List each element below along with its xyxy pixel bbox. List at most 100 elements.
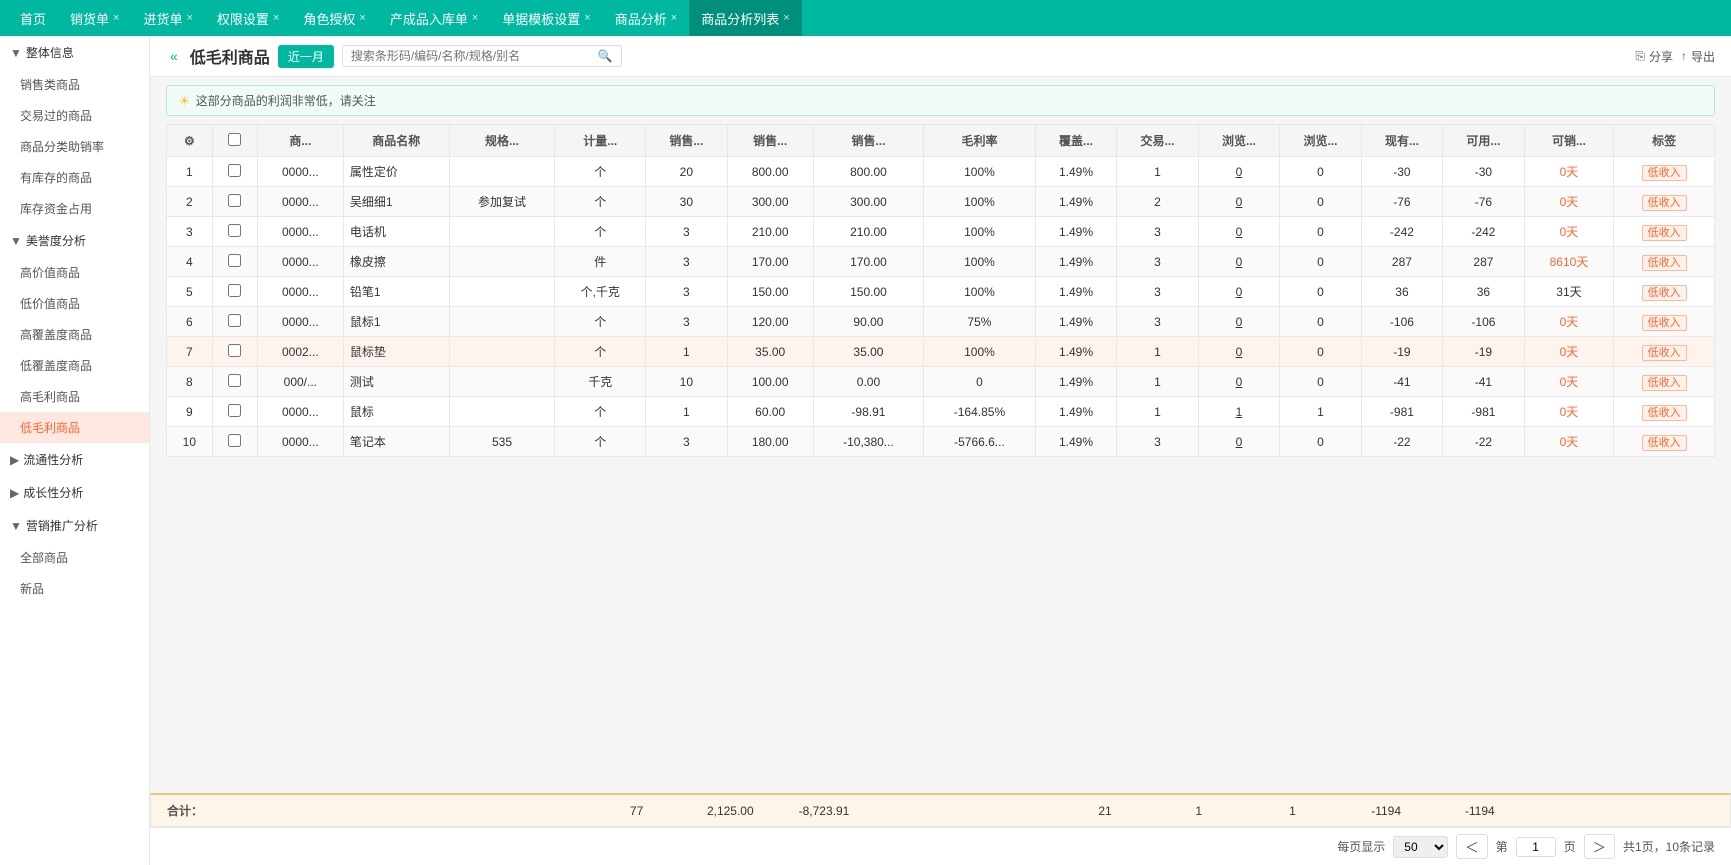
- nav-role-auth[interactable]: 角色授权 ×: [291, 0, 377, 36]
- sidebar-item-new-products[interactable]: 新品: [0, 573, 149, 604]
- sidebar-group-overall[interactable]: ▼ 整体信息: [0, 36, 149, 69]
- row-checkbox[interactable]: [212, 277, 257, 307]
- nav-close-purchase-order[interactable]: ×: [186, 12, 192, 24]
- search-input[interactable]: [351, 49, 598, 63]
- nav-product-inbound[interactable]: 产成品入库单 ×: [378, 0, 490, 36]
- date-filter-button[interactable]: 近一月: [278, 45, 334, 68]
- row-name[interactable]: 电话机: [343, 217, 449, 247]
- nav-close-role-auth[interactable]: ×: [359, 12, 365, 24]
- nav-permission-settings[interactable]: 权限设置 ×: [205, 0, 291, 36]
- row-sellable: 0天: [1524, 217, 1614, 247]
- select-all-checkbox[interactable]: [228, 133, 241, 146]
- row-checkbox[interactable]: [212, 217, 257, 247]
- nav-purchase-order[interactable]: 进货单 ×: [131, 0, 204, 36]
- row-name[interactable]: 属性定价: [343, 157, 449, 187]
- nav-close-sales-order[interactable]: ×: [113, 12, 119, 24]
- nav-product-analysis-list[interactable]: 商品分析列表 ×: [689, 0, 801, 36]
- sidebar-group-reputation[interactable]: ▼ 美誉度分析: [0, 224, 149, 257]
- nav-close-product-analysis-list[interactable]: ×: [783, 12, 789, 24]
- footer-col9: [965, 804, 1059, 818]
- row-checkbox[interactable]: [212, 427, 257, 457]
- prev-page-button[interactable]: ＜: [1456, 834, 1487, 859]
- sidebar-collapse-btn[interactable]: «: [166, 44, 182, 68]
- nav-sales-order[interactable]: 销货单 ×: [58, 0, 131, 36]
- row-view1[interactable]: 0: [1198, 247, 1279, 277]
- sidebar-item-low-value[interactable]: 低价值商品: [0, 288, 149, 319]
- per-page-select[interactable]: 50 20 100: [1393, 836, 1448, 858]
- row-view1[interactable]: 0: [1198, 187, 1279, 217]
- row-transaction: 1: [1117, 157, 1198, 187]
- sidebar-item-category-rate[interactable]: 商品分类助销率: [0, 131, 149, 162]
- nav-close-product-analysis[interactable]: ×: [671, 12, 677, 24]
- row-view1[interactable]: 0: [1198, 337, 1279, 367]
- row-name[interactable]: 鼠标1: [343, 307, 449, 337]
- row-checkbox[interactable]: [212, 187, 257, 217]
- row-view1[interactable]: 0: [1198, 157, 1279, 187]
- row-tag: 低收入: [1614, 427, 1715, 457]
- row-sales-qty: 1: [646, 397, 727, 427]
- row-sales-profit: 170.00: [813, 247, 923, 277]
- row-view1[interactable]: 0: [1198, 367, 1279, 397]
- row-name[interactable]: 笔记本: [343, 427, 449, 457]
- sidebar-group-marketing[interactable]: ▼ 营销推广分析: [0, 509, 149, 542]
- row-checkbox[interactable]: [212, 367, 257, 397]
- row-sales-profit: 35.00: [813, 337, 923, 367]
- row-name[interactable]: 铅笔1: [343, 277, 449, 307]
- row-current-stock: -30: [1361, 157, 1442, 187]
- page-input[interactable]: [1516, 837, 1556, 857]
- row-view1[interactable]: 0: [1198, 217, 1279, 247]
- sidebar-group-growth[interactable]: ▶ 成长性分析: [0, 476, 149, 509]
- row-view1[interactable]: 1: [1198, 397, 1279, 427]
- nav-close-product-inbound[interactable]: ×: [472, 12, 478, 24]
- row-name[interactable]: 鼠标垫: [343, 337, 449, 367]
- sidebar-group-circulation-arrow: ▶: [10, 453, 19, 467]
- export-button[interactable]: ↑ 导出: [1681, 48, 1715, 65]
- sidebar-group-circulation[interactable]: ▶ 流通性分析: [0, 443, 149, 476]
- row-view1[interactable]: 0: [1198, 277, 1279, 307]
- sidebar-item-low-margin[interactable]: 低毛利商品: [0, 412, 149, 443]
- row-current-stock: 36: [1361, 277, 1442, 307]
- footer-col15: [1527, 804, 1621, 818]
- row-tag: 低收入: [1614, 187, 1715, 217]
- sidebar-item-high-value[interactable]: 高价值商品: [0, 257, 149, 288]
- row-name[interactable]: 橡皮擦: [343, 247, 449, 277]
- row-name[interactable]: 吴细细1: [343, 187, 449, 217]
- row-coverage: 1.49%: [1035, 367, 1117, 397]
- row-view2: 0: [1280, 337, 1361, 367]
- row-view1[interactable]: 0: [1198, 307, 1279, 337]
- row-code: 0000...: [257, 277, 343, 307]
- row-transaction: 3: [1117, 277, 1198, 307]
- sidebar-item-in-stock[interactable]: 有库存的商品: [0, 162, 149, 193]
- sidebar-item-sales-products[interactable]: 销售类商品: [0, 69, 149, 100]
- page-label: 第: [1496, 838, 1508, 855]
- sidebar-item-traded-products[interactable]: 交易过的商品: [0, 100, 149, 131]
- row-checkbox[interactable]: [212, 307, 257, 337]
- row-name[interactable]: 测试: [343, 367, 449, 397]
- row-view1[interactable]: 0: [1198, 427, 1279, 457]
- share-button[interactable]: ⎘ 分享: [1635, 48, 1673, 65]
- sidebar-item-high-coverage[interactable]: 高覆盖度商品: [0, 319, 149, 350]
- row-current-stock: -22: [1361, 427, 1442, 457]
- col-settings[interactable]: ⚙: [167, 125, 213, 157]
- row-checkbox[interactable]: [212, 337, 257, 367]
- row-checkbox[interactable]: [212, 247, 257, 277]
- nav-close-template-settings[interactable]: ×: [584, 12, 590, 24]
- nav-close-permission-settings[interactable]: ×: [273, 12, 279, 24]
- col-tag: 标签: [1614, 125, 1715, 157]
- sidebar-item-all-products[interactable]: 全部商品: [0, 542, 149, 573]
- row-checkbox[interactable]: [212, 397, 257, 427]
- row-unit: 个: [555, 397, 646, 427]
- nav-product-analysis[interactable]: 商品分析 ×: [603, 0, 689, 36]
- sidebar-item-stock-capital[interactable]: 库存资金占用: [0, 193, 149, 224]
- row-checkbox[interactable]: [212, 157, 257, 187]
- col-checkbox[interactable]: [212, 125, 257, 157]
- nav-template-settings[interactable]: 单据模板设置 ×: [490, 0, 602, 36]
- row-sales-profit: 210.00: [813, 217, 923, 247]
- row-no: 1: [167, 157, 213, 187]
- row-current-stock: -41: [1361, 367, 1442, 397]
- sidebar-item-high-margin[interactable]: 高毛利商品: [0, 381, 149, 412]
- next-page-button[interactable]: ＞: [1584, 834, 1615, 859]
- nav-home[interactable]: 首页: [8, 0, 58, 36]
- sidebar-item-low-coverage[interactable]: 低覆盖度商品: [0, 350, 149, 381]
- row-name[interactable]: 鼠标: [343, 397, 449, 427]
